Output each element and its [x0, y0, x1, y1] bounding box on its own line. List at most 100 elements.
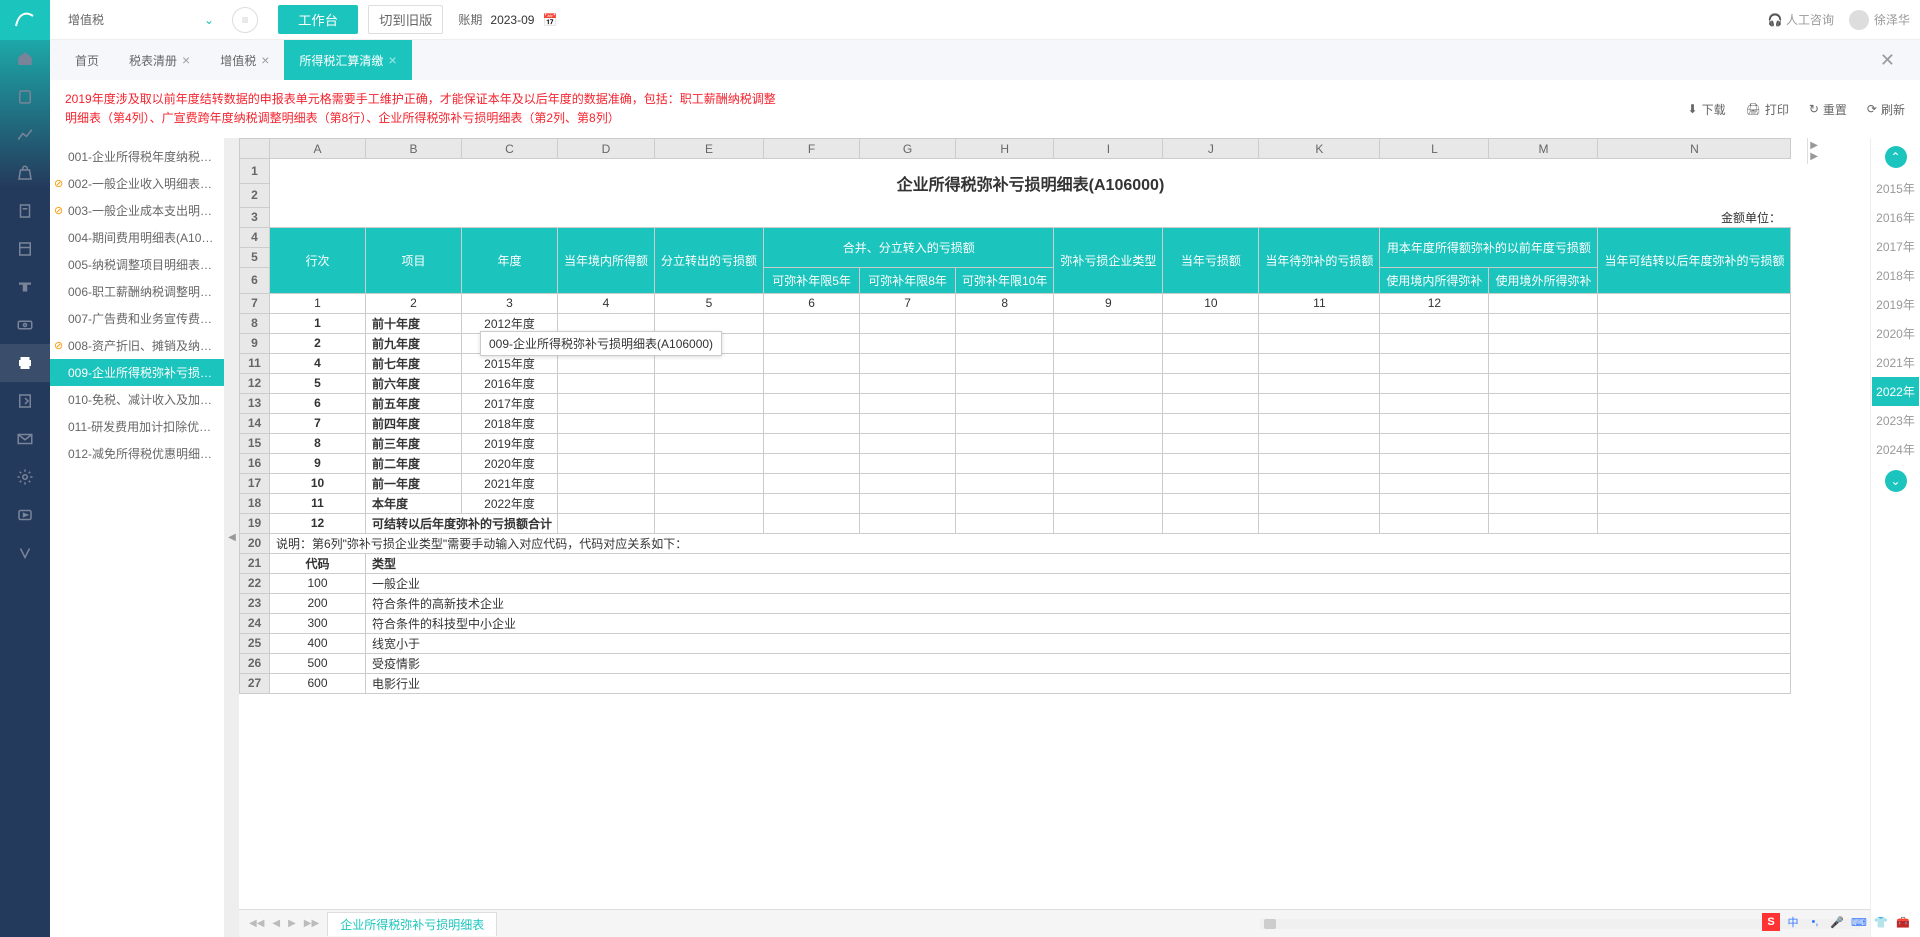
cell[interactable]	[1489, 473, 1598, 493]
cell[interactable]	[1259, 513, 1380, 533]
cell[interactable]	[558, 313, 655, 333]
tree-item[interactable]: ⊘003-一般企业成本支出明细…	[50, 197, 224, 224]
cell[interactable]	[558, 493, 655, 513]
cell[interactable]	[1259, 373, 1380, 393]
col-header[interactable]: B	[366, 139, 462, 159]
cell[interactable]	[558, 413, 655, 433]
cell[interactable]	[1380, 393, 1489, 413]
nav-tee-icon[interactable]	[0, 268, 50, 306]
cell[interactable]	[1259, 333, 1380, 353]
cell[interactable]	[1598, 373, 1791, 393]
cell[interactable]	[1054, 453, 1163, 473]
cell[interactable]	[1598, 473, 1791, 493]
year-item[interactable]: 2015年	[1872, 174, 1919, 203]
close-all-tabs[interactable]: ✕	[1865, 50, 1910, 71]
year-item[interactable]: 2022年	[1872, 377, 1919, 406]
sheet-last-icon[interactable]: ▶▶	[304, 918, 319, 929]
cell[interactable]	[655, 513, 764, 533]
cell[interactable]	[1598, 513, 1791, 533]
cell[interactable]	[1380, 353, 1489, 373]
cell[interactable]	[1380, 333, 1489, 353]
cell[interactable]	[1163, 453, 1259, 473]
cell[interactable]	[558, 373, 655, 393]
cell[interactable]	[860, 493, 956, 513]
col-header[interactable]: M	[1489, 139, 1598, 159]
ime-skin-icon[interactable]: 👕	[1872, 913, 1890, 931]
cell[interactable]	[764, 413, 860, 433]
tree-item[interactable]: ⊘002-一般企业收入明细表(A1…	[50, 170, 224, 197]
cell[interactable]	[764, 333, 860, 353]
tab-close-icon[interactable]: ×	[261, 52, 269, 68]
cell[interactable]	[956, 453, 1054, 473]
col-header[interactable]: J	[1163, 139, 1259, 159]
tab-close-icon[interactable]: ×	[388, 52, 396, 68]
nav-clipboard-icon[interactable]	[0, 192, 50, 230]
cell[interactable]	[1163, 393, 1259, 413]
cell[interactable]	[1259, 413, 1380, 433]
cell[interactable]	[1489, 493, 1598, 513]
cell[interactable]	[956, 313, 1054, 333]
tree-item[interactable]: 012-减免所得税优惠明细表(…	[50, 440, 224, 467]
cell[interactable]	[1054, 353, 1163, 373]
tree-item[interactable]: 007-广告费和业务宣传费跨…	[50, 305, 224, 332]
cell[interactable]	[1259, 453, 1380, 473]
period-value[interactable]: 2023-09	[490, 13, 534, 27]
cell[interactable]	[1380, 413, 1489, 433]
refresh-button[interactable]: ⟳ 刷新	[1867, 101, 1905, 118]
cell[interactable]	[1489, 353, 1598, 373]
cell[interactable]	[655, 413, 764, 433]
nav-video-icon[interactable]	[0, 496, 50, 534]
cell[interactable]	[956, 333, 1054, 353]
cell[interactable]	[1380, 513, 1489, 533]
cell[interactable]	[1259, 493, 1380, 513]
year-item[interactable]: 2023年	[1872, 406, 1919, 435]
cell[interactable]	[860, 413, 956, 433]
cell[interactable]	[860, 453, 956, 473]
cell[interactable]	[558, 433, 655, 453]
cell[interactable]	[1054, 333, 1163, 353]
cell[interactable]	[1163, 313, 1259, 333]
cell[interactable]	[1163, 353, 1259, 373]
cell[interactable]	[764, 313, 860, 333]
tree-item[interactable]: 011-研发费用加计扣除优惠…	[50, 413, 224, 440]
cell[interactable]	[1054, 433, 1163, 453]
cell[interactable]	[1598, 393, 1791, 413]
tree-item[interactable]: 004-期间费用明细表(A1040…	[50, 224, 224, 251]
logo[interactable]	[0, 0, 50, 40]
cell[interactable]	[956, 433, 1054, 453]
cell[interactable]	[1489, 413, 1598, 433]
tab-税表清册[interactable]: 税表清册×	[114, 40, 205, 80]
year-item[interactable]: 2020年	[1872, 319, 1919, 348]
tree-item[interactable]: 001-企业所得税年度纳税申…	[50, 143, 224, 170]
cell[interactable]	[1489, 393, 1598, 413]
nav-v-icon[interactable]	[0, 534, 50, 572]
tab-首页[interactable]: 首页	[60, 40, 114, 80]
user-menu[interactable]: 徐泽华	[1849, 10, 1910, 30]
cell[interactable]	[655, 473, 764, 493]
cell[interactable]	[655, 393, 764, 413]
cell[interactable]	[1054, 513, 1163, 533]
cell[interactable]	[1163, 373, 1259, 393]
cell[interactable]	[956, 473, 1054, 493]
cell[interactable]	[1259, 313, 1380, 333]
cell[interactable]	[764, 473, 860, 493]
cell[interactable]	[860, 393, 956, 413]
tab-所得税汇算清缴[interactable]: 所得税汇算清缴×	[284, 40, 411, 80]
cell[interactable]	[558, 393, 655, 413]
cell[interactable]	[764, 353, 860, 373]
cell[interactable]	[1054, 393, 1163, 413]
cell[interactable]	[655, 493, 764, 513]
nav-export-icon[interactable]	[0, 382, 50, 420]
cell[interactable]	[1489, 333, 1598, 353]
cell[interactable]	[1259, 473, 1380, 493]
cell[interactable]	[956, 373, 1054, 393]
cell[interactable]	[1054, 313, 1163, 333]
col-header[interactable]: N	[1598, 139, 1791, 159]
nav-chart-icon[interactable]	[0, 116, 50, 154]
cell[interactable]	[860, 353, 956, 373]
cell[interactable]	[1259, 393, 1380, 413]
expand-handle[interactable]: ▶▶	[1807, 138, 1820, 164]
cell[interactable]	[655, 433, 764, 453]
nav-calc-icon[interactable]	[0, 230, 50, 268]
cell[interactable]	[956, 513, 1054, 533]
